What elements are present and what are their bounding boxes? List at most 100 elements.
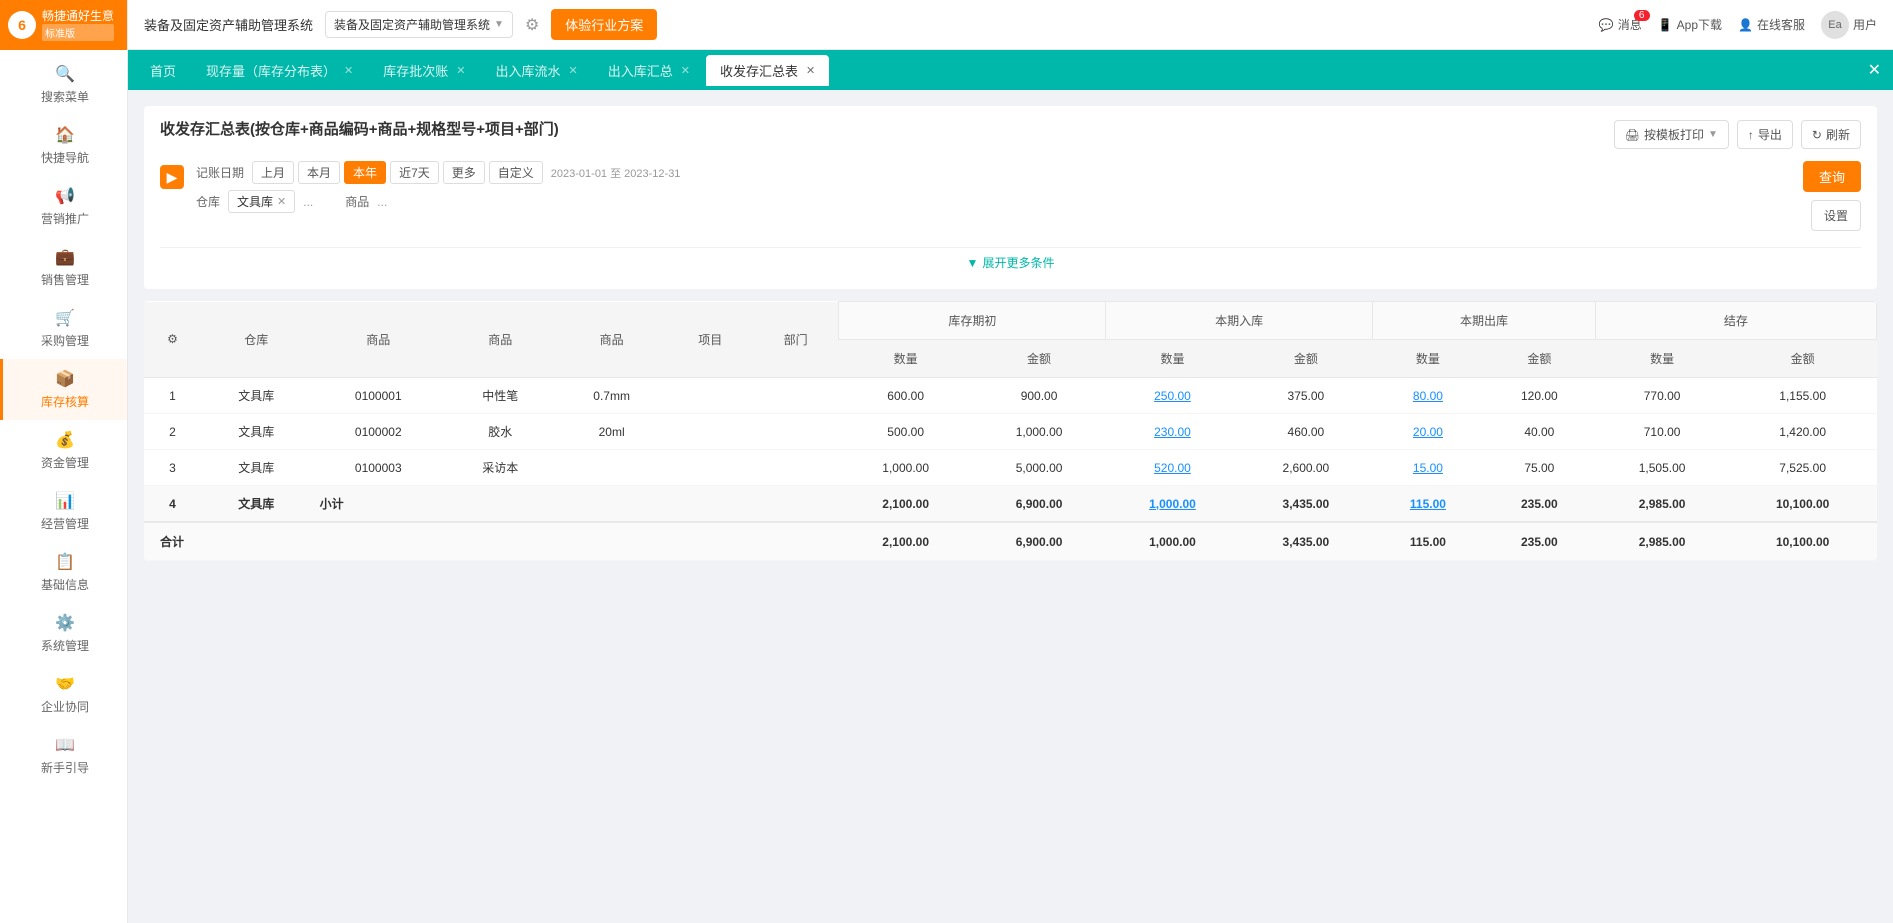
sidebar-label-0: 搜索菜单	[41, 88, 89, 105]
tab-bar-close-icon[interactable]: ✕	[1864, 60, 1885, 80]
tab-4[interactable]: 出入库汇总✕	[594, 55, 704, 86]
tab-close-icon-2[interactable]: ✕	[456, 64, 465, 77]
sidebar-label-10: 企业协同	[41, 698, 89, 715]
filter-bar: ▶ 记账日期 上月本月本年近7天更多自定义 2023-01-01 至 2023-…	[160, 153, 1861, 239]
tab-close-icon-4[interactable]: ✕	[681, 64, 690, 77]
date-btn-本月[interactable]: 本月	[298, 161, 340, 184]
group-in-header: 本期入库	[1106, 302, 1373, 340]
print-icon: 🖨	[1625, 128, 1640, 142]
export-icon: ↑	[1748, 128, 1754, 142]
experience-button[interactable]: 体验行业方案	[551, 9, 657, 40]
in-qty[interactable]: 250.00	[1106, 378, 1239, 414]
goods-code: 0100002	[312, 414, 445, 450]
sidebar-item-快捷导航[interactable]: 🏠快捷导航	[0, 115, 127, 176]
date-range: 2023-01-01 至 2023-12-31	[551, 165, 681, 181]
in-amt: 375.00	[1239, 378, 1372, 414]
project	[668, 378, 753, 414]
sub-out-qty[interactable]: 115.00	[1373, 486, 1484, 523]
date-btn-自定义[interactable]: 自定义	[489, 161, 543, 184]
tab-close-icon-3[interactable]: ✕	[569, 64, 578, 77]
in-amt: 460.00	[1239, 414, 1372, 450]
online-service-action[interactable]: 👤 在线客服	[1738, 16, 1805, 33]
sidebar-item-资金管理[interactable]: 💰资金管理	[0, 420, 127, 481]
system-title: 装备及固定资产辅助管理系统	[144, 15, 313, 34]
sidebar-item-经营管理[interactable]: 📊经营管理	[0, 481, 127, 542]
date-btn-上月[interactable]: 上月	[252, 161, 294, 184]
table-row: 3 文具库 0100003 采访本 1,000.00 5,000.00 520.…	[144, 450, 1877, 486]
sidebar-nav: 🔍搜索菜单🏠快捷导航📢营销推广💼销售管理🛒采购管理📦库存核算💰资金管理📊经营管理…	[0, 50, 127, 923]
open-qty-header: 数量	[839, 340, 972, 378]
settings-button[interactable]: 设置	[1811, 200, 1861, 231]
tab-5[interactable]: 收发存汇总表✕	[706, 55, 829, 86]
gear-icon[interactable]: ⚙	[525, 15, 539, 35]
sub-bal-amt: 10,100.00	[1729, 486, 1877, 523]
out-qty[interactable]: 20.00	[1373, 414, 1484, 450]
message-action[interactable]: 💬 消息 6	[1599, 16, 1642, 33]
sidebar-item-搜索菜单[interactable]: 🔍搜索菜单	[0, 54, 127, 115]
sidebar: 6 畅捷通好生意 标准版 🔍搜索菜单🏠快捷导航📢营销推广💼销售管理🛒采购管理📦库…	[0, 0, 128, 923]
project	[668, 414, 753, 450]
col-settings[interactable]: ⚙	[144, 302, 201, 378]
warehouse-more[interactable]: ...	[303, 195, 313, 209]
sidebar-item-系统管理[interactable]: ⚙️系统管理	[0, 603, 127, 664]
phone-icon: 📱	[1658, 18, 1673, 32]
expand-more-button[interactable]: ▼ 展开更多条件	[160, 247, 1861, 277]
warehouse-tag[interactable]: 文具库 ✕	[228, 190, 295, 213]
total-open-qty: 2,100.00	[839, 522, 972, 561]
sidebar-label-1: 快捷导航	[41, 149, 89, 166]
filter-toggle-button[interactable]: ▶	[160, 165, 184, 189]
tab-1[interactable]: 现存量（库存分布表）✕	[192, 55, 367, 86]
query-button[interactable]: 查询	[1803, 161, 1861, 192]
sidebar-item-企业协同[interactable]: 🤝企业协同	[0, 664, 127, 725]
out-qty[interactable]: 15.00	[1373, 450, 1484, 486]
system-select[interactable]: 装备及固定资产辅助管理系统 ▼	[325, 11, 513, 38]
date-btn-更多[interactable]: 更多	[443, 161, 485, 184]
sub-open-qty: 2,100.00	[839, 486, 972, 523]
sidebar-item-新手引导[interactable]: 📖新手引导	[0, 725, 127, 786]
project	[668, 450, 753, 486]
goods-more[interactable]: ...	[377, 195, 387, 209]
total-out-amt: 235.00	[1483, 522, 1595, 561]
bal-amt-header: 金额	[1729, 340, 1877, 378]
user-action[interactable]: Ea 用户	[1821, 11, 1877, 39]
main-area: 装备及固定资产辅助管理系统 装备及固定资产辅助管理系统 ▼ ⚙ 体验行业方案 💬…	[128, 0, 1893, 923]
goods-spec	[556, 450, 668, 486]
sub-in-qty[interactable]: 1,000.00	[1106, 486, 1239, 523]
export-button[interactable]: ↑ 导出	[1737, 120, 1793, 149]
in-qty[interactable]: 520.00	[1106, 450, 1239, 486]
expand-icon: ▼	[967, 256, 979, 270]
total-open-amt: 6,900.00	[972, 522, 1105, 561]
refresh-button[interactable]: ↻ 刷新	[1801, 120, 1861, 149]
tab-3[interactable]: 出入库流水✕	[481, 55, 591, 86]
in-qty[interactable]: 230.00	[1106, 414, 1239, 450]
query-area: 查询 设置	[1803, 161, 1861, 231]
sidebar-item-营销推广[interactable]: 📢营销推广	[0, 176, 127, 237]
tab-close-icon-5[interactable]: ✕	[806, 64, 815, 77]
message-badge: 6	[1634, 10, 1650, 21]
col-dept-header: 部门	[753, 302, 839, 378]
group-opening-header: 库存期初	[839, 302, 1106, 340]
tab-label-2: 库存批次账	[383, 61, 448, 80]
date-btn-近7天[interactable]: 近7天	[390, 161, 439, 184]
goods-code: 0100003	[312, 450, 445, 486]
print-button[interactable]: 🖨 按模板打印 ▼	[1614, 120, 1729, 149]
tab-0[interactable]: 首页	[136, 55, 190, 86]
out-qty[interactable]: 80.00	[1373, 378, 1484, 414]
dept	[753, 378, 839, 414]
app-download-action[interactable]: 📱 App下载	[1658, 16, 1722, 33]
sidebar-item-销售管理[interactable]: 💼销售管理	[0, 237, 127, 298]
sidebar-item-采购管理[interactable]: 🛒采购管理	[0, 298, 127, 359]
date-btn-本年[interactable]: 本年	[344, 161, 386, 184]
logo-icon: 6	[8, 11, 36, 39]
sidebar-item-基础信息[interactable]: 📋基础信息	[0, 542, 127, 603]
out-qty-header: 数量	[1373, 340, 1484, 378]
warehouse-tag-close-icon[interactable]: ✕	[277, 195, 286, 208]
bal-qty: 710.00	[1595, 414, 1728, 450]
sidebar-icon-11: 📖	[55, 735, 75, 755]
tab-2[interactable]: 库存批次账 ✕	[369, 55, 479, 86]
sidebar-item-库存核算[interactable]: 📦库存核算	[0, 359, 127, 420]
tab-close-icon-1[interactable]: ✕	[344, 64, 353, 77]
sidebar-label-8: 基础信息	[41, 576, 89, 593]
sub-seq: 4	[144, 486, 201, 523]
sidebar-icon-3: 💼	[55, 247, 75, 267]
